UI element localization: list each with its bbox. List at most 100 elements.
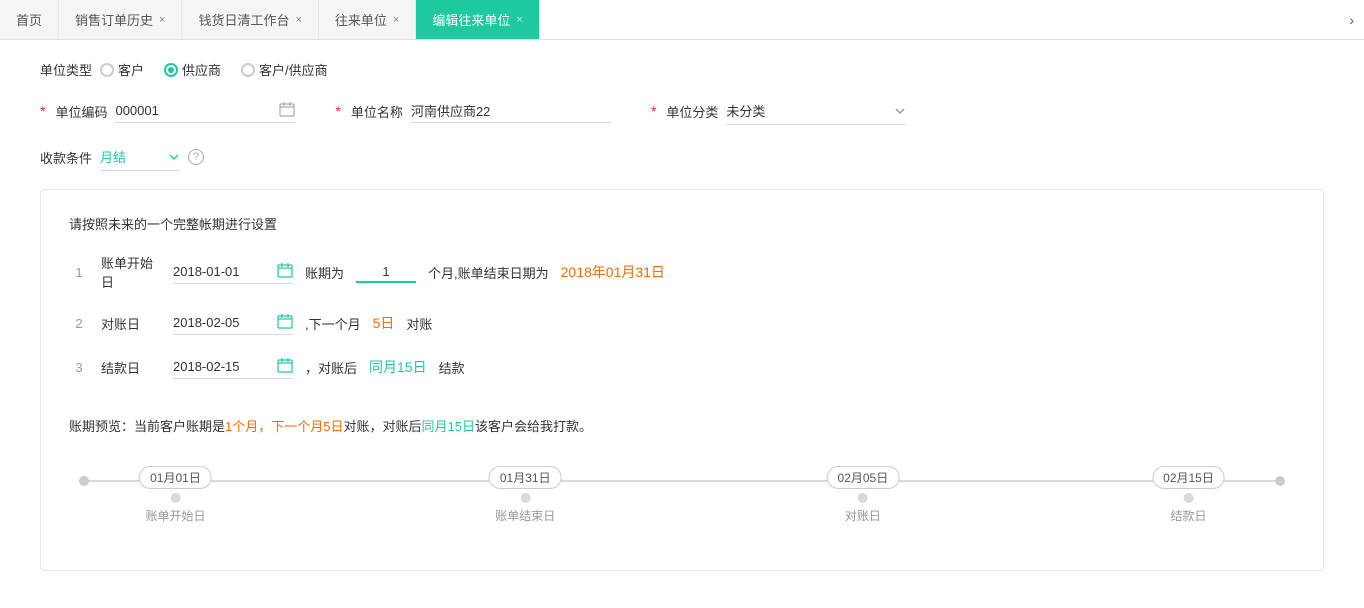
timeline-container: 01月01日 账单开始日 01月31日 账单结束日 02月05日 对账日 02月…	[79, 466, 1285, 546]
date-input-wrap-3	[173, 355, 293, 379]
row2-highlight: 5日	[373, 313, 395, 333]
period-input[interactable]	[356, 262, 416, 283]
row3-highlight: 同月15日	[369, 357, 427, 377]
radio-supplier-circle	[164, 63, 178, 77]
timeline-point-4: 02月15日 结款日	[1152, 466, 1225, 524]
timeline-right-endpoint	[1275, 476, 1285, 486]
chevron-down-icon	[894, 105, 906, 117]
preview-part4: 同月15日	[422, 419, 475, 434]
timeline-badge-1: 01月01日	[139, 466, 212, 489]
payment-condition-label: 收款条件	[40, 148, 92, 167]
timeline-badge-2: 01月31日	[489, 466, 562, 489]
timeline-label-3: 对账日	[845, 507, 881, 524]
calendar-icon-1[interactable]	[277, 262, 293, 281]
unit-name-input[interactable]	[411, 99, 611, 123]
tab-cash-work[interactable]: 钱货日清工作台 ×	[182, 0, 318, 39]
calendar-icon-3[interactable]	[277, 357, 293, 376]
setting-row-3: 3 结款日 ，对账后同月15日结款	[69, 355, 1295, 379]
payment-condition-select[interactable]: 月结	[100, 143, 180, 171]
tab-more-button[interactable]: ›	[1339, 0, 1364, 39]
tab-partner-unit-label: 往来单位	[335, 10, 387, 29]
date-input-1[interactable]	[173, 264, 273, 279]
unit-type-row: 单位类型 客户 供应商 客户/供应商	[40, 60, 1324, 79]
timeline-dot-4	[1184, 493, 1194, 503]
preview-part1: 1个月，	[225, 419, 271, 434]
row3-suffix: 结款	[439, 358, 465, 377]
unit-code-group: * 单位编码	[40, 99, 295, 123]
radio-customer-label: 客户	[118, 60, 144, 79]
timeline-label-4: 结款日	[1171, 507, 1207, 524]
timeline-label-2: 账单结束日	[495, 507, 555, 524]
payment-condition-row: 收款条件 月结 ?	[40, 143, 1324, 171]
period-unit-text: 个月,账单结束日期为	[428, 263, 549, 282]
date-input-3[interactable]	[173, 359, 273, 374]
row-type-3: 结款日	[101, 358, 161, 377]
unit-name-required: *	[335, 103, 340, 119]
timeline-badge-3: 02月05日	[827, 466, 900, 489]
period-end-date: 2018年01月31日	[561, 262, 665, 282]
timeline-dot-1	[170, 493, 180, 503]
tab-bar: 首页 销售订单历史 × 钱货日清工作台 × 往来单位 × 编辑往来单位 × ›	[0, 0, 1364, 40]
setting-row-1: 1 账单开始日 账期为 个月,账单结束日期为 2018年01月31日	[69, 253, 1295, 291]
preview-part3: 对账，对账后	[343, 419, 421, 434]
timeline-badge-4: 02月15日	[1152, 466, 1225, 489]
row-type-2: 对账日	[101, 314, 161, 333]
payment-chevron-down-icon	[168, 151, 180, 163]
date-input-wrap-2	[173, 311, 293, 335]
tab-edit-partner-close[interactable]: ×	[516, 14, 522, 26]
unit-name-label: 单位名称	[351, 102, 403, 121]
tab-sales-history[interactable]: 销售订单历史 ×	[59, 0, 182, 39]
timeline-point-2: 01月31日 账单结束日	[489, 466, 562, 524]
preview-part2: 下一个月5日	[271, 419, 343, 434]
radio-both[interactable]: 客户/供应商	[241, 60, 328, 79]
unit-category-group: * 单位分类 未分类	[651, 97, 906, 125]
timeline-dot-2	[520, 493, 530, 503]
tab-sales-history-close[interactable]: ×	[159, 14, 165, 26]
unit-code-input-wrap	[115, 99, 295, 123]
payment-condition-group: 收款条件 月结 ?	[40, 143, 204, 171]
unit-category-select[interactable]: 未分类	[726, 97, 906, 125]
row2-prefix: ,下一个月	[305, 314, 361, 333]
help-icon[interactable]: ?	[188, 149, 204, 165]
unit-code-required: *	[40, 103, 45, 119]
unit-category-label: 单位分类	[666, 102, 718, 121]
radio-customer[interactable]: 客户	[100, 60, 144, 79]
row-number-1: 1	[69, 265, 89, 280]
tab-edit-partner[interactable]: 编辑往来单位 ×	[416, 0, 539, 39]
tab-partner-unit-close[interactable]: ×	[393, 14, 399, 26]
tab-more-icon: ›	[1349, 12, 1354, 28]
row-number-3: 3	[69, 360, 89, 375]
settings-box: 请按照未来的一个完整帐期进行设置 1 账单开始日 账期为 个月,账单结束日期为 …	[40, 189, 1324, 571]
payment-condition-value: 月结	[100, 147, 164, 166]
unit-type-label: 单位类型	[40, 60, 92, 79]
timeline-label-1: 账单开始日	[145, 507, 205, 524]
timeline-dot-3	[858, 493, 868, 503]
unit-category-value: 未分类	[726, 101, 890, 120]
radio-supplier-label: 供应商	[182, 60, 221, 79]
unit-code-input[interactable]	[115, 99, 275, 122]
row-type-1: 账单开始日	[101, 253, 161, 291]
preview-prefix: 账期预览：当前客户账期是	[69, 419, 225, 434]
timeline-point-1: 01月01日 账单开始日	[139, 466, 212, 524]
date-input-wrap-1	[173, 260, 293, 284]
unit-code-action-icon[interactable]	[279, 101, 295, 120]
calendar-icon-2[interactable]	[277, 313, 293, 332]
unit-category-required: *	[651, 103, 656, 119]
radio-supplier[interactable]: 供应商	[164, 60, 221, 79]
preview-suffix: 该客户会给我打款。	[475, 419, 592, 434]
row3-prefix: ，对账后	[305, 358, 357, 377]
radio-group-unit-type: 客户 供应商 客户/供应商	[100, 60, 328, 79]
tab-partner-unit[interactable]: 往来单位 ×	[319, 0, 416, 39]
radio-both-label: 客户/供应商	[259, 60, 328, 79]
row-number-2: 2	[69, 316, 89, 331]
date-input-2[interactable]	[173, 315, 273, 330]
tab-cash-work-close[interactable]: ×	[295, 14, 301, 26]
tab-edit-partner-label: 编辑往来单位	[432, 10, 510, 29]
unit-name-group: * 单位名称	[335, 99, 610, 123]
radio-customer-circle	[100, 63, 114, 77]
tab-sales-history-label: 销售订单历史	[75, 10, 153, 29]
tab-home[interactable]: 首页	[0, 0, 59, 39]
timeline-left-endpoint	[79, 476, 89, 486]
settings-title: 请按照未来的一个完整帐期进行设置	[69, 214, 1295, 233]
preview-section: 账期预览：当前客户账期是1个月，下一个月5日对账，对账后同月15日该客户会给我打…	[69, 399, 1295, 438]
